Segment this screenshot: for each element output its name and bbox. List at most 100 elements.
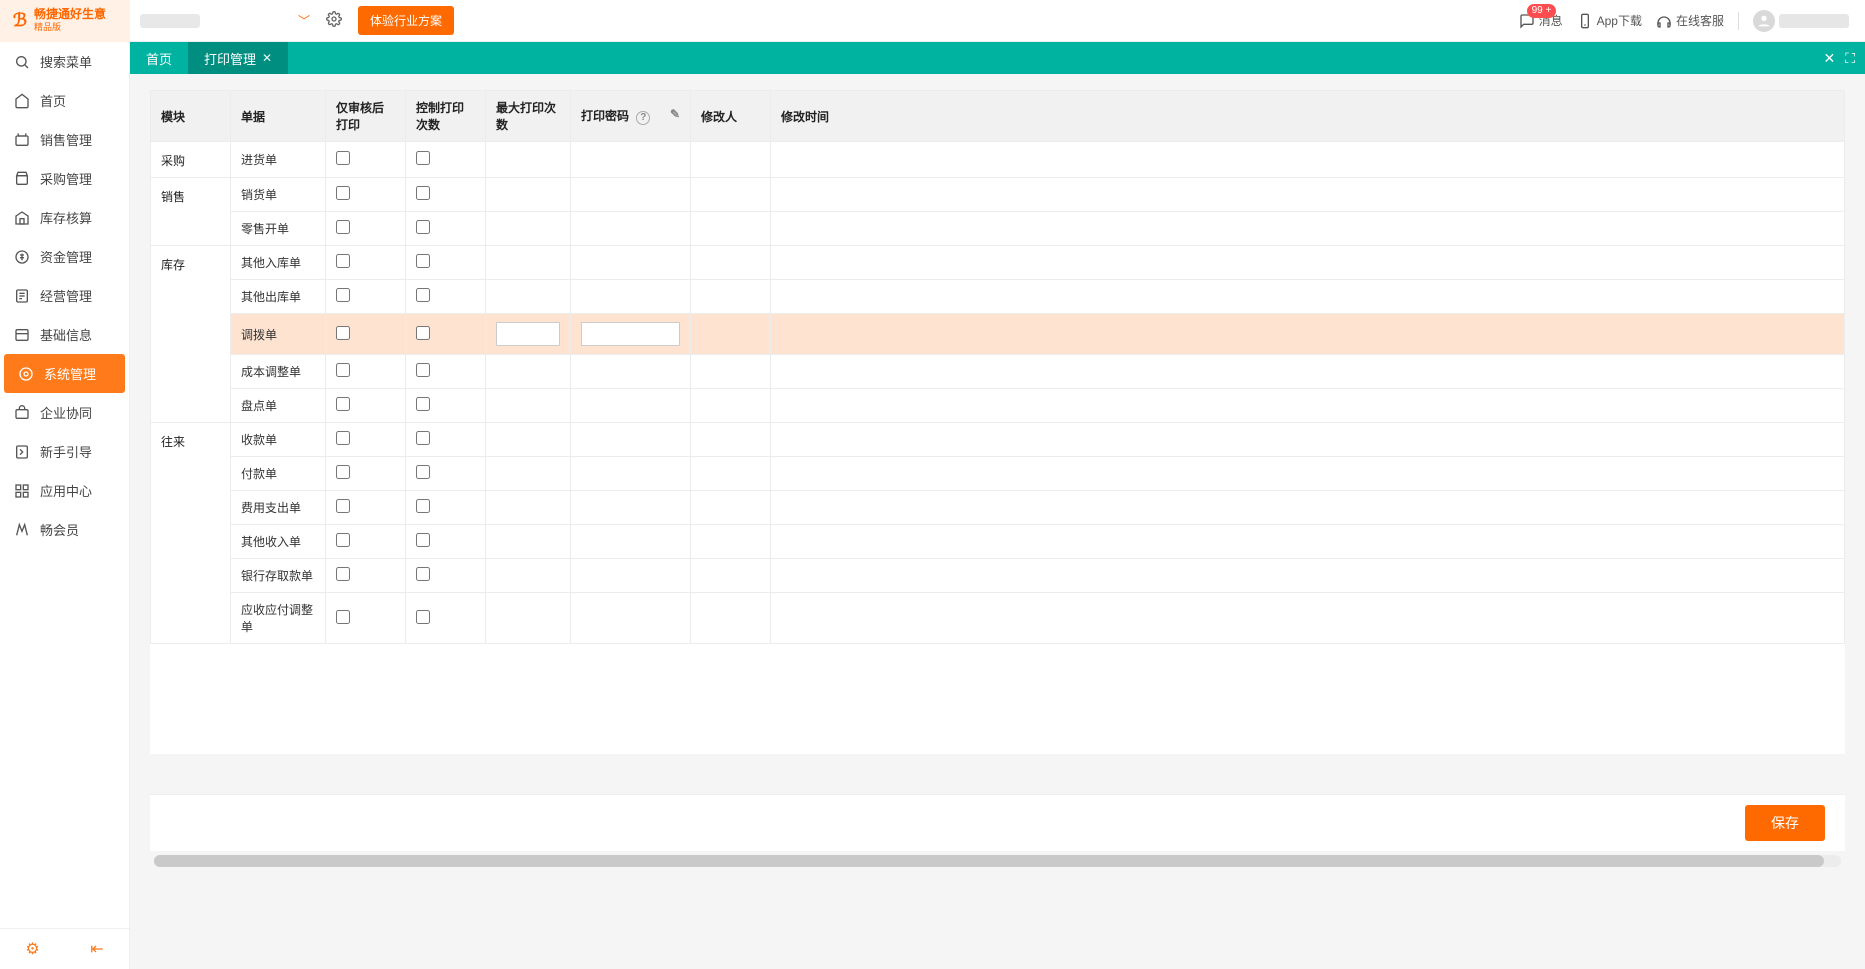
modifier-cell [691, 423, 771, 457]
sidebar-item-label: 经营管理 [40, 286, 92, 305]
sidebar-item-funds[interactable]: 资金管理 [0, 237, 129, 276]
sidebar-item-sales[interactable]: 销售管理 [0, 120, 129, 159]
audit-checkbox[interactable] [336, 220, 350, 234]
settings-icon[interactable]: ⚙ [25, 939, 39, 959]
ctrl-checkbox[interactable] [416, 363, 430, 377]
audit-checkbox[interactable] [336, 431, 350, 445]
pwd-cell [571, 457, 691, 491]
app-download-button[interactable]: App下载 [1577, 12, 1642, 29]
ctrl-checkbox[interactable] [416, 431, 430, 445]
max-cell [486, 280, 571, 314]
audit-checkbox[interactable] [336, 610, 350, 624]
org-selector[interactable]: ﹀ [130, 0, 320, 42]
audit-checkbox[interactable] [336, 465, 350, 479]
ctrl-checkbox[interactable] [416, 567, 430, 581]
scrollbar-thumb[interactable] [154, 855, 1824, 867]
main: 首页打印管理✕ ✕ ⛶ 模块 单据 [130, 42, 1865, 969]
sidebar-item-label: 库存核算 [40, 208, 92, 227]
horizontal-scrollbar[interactable] [154, 855, 1841, 867]
layout: 搜索菜单首页销售管理采购管理库存核算资金管理经营管理基础信息系统管理企业协同新手… [0, 42, 1865, 969]
tab-打印管理[interactable]: 打印管理✕ [188, 42, 288, 74]
panel-blank [150, 644, 1845, 754]
collapse-icon[interactable]: ⇤ [90, 939, 103, 959]
sidebar-item-inventory[interactable]: 库存核算 [0, 198, 129, 237]
ctrl-checkbox[interactable] [416, 186, 430, 200]
online-service-button[interactable]: 在线客服 [1656, 12, 1724, 29]
max-cell [486, 246, 571, 280]
audit-checkbox[interactable] [336, 363, 350, 377]
messages-button[interactable]: 99 + 消息 [1519, 12, 1563, 29]
brand-sub: 精品版 [34, 20, 106, 33]
modifier-cell [691, 142, 771, 178]
audit-checkbox[interactable] [336, 254, 350, 268]
pwd-cell [571, 593, 691, 644]
save-button[interactable]: 保存 [1745, 805, 1825, 841]
pwd-cell [571, 178, 691, 212]
sidebar-item-home[interactable]: 首页 [0, 81, 129, 120]
audit-checkbox[interactable] [336, 533, 350, 547]
th-modtime: 修改时间 [771, 91, 1845, 142]
audit-checkbox[interactable] [336, 567, 350, 581]
modtime-cell [771, 559, 1845, 593]
sidebar-item-corp[interactable]: 企业协同 [0, 393, 129, 432]
sidebar-item-label: 应用中心 [40, 481, 92, 500]
th-pwd: 打印密码 ? ✎ [571, 91, 691, 142]
modtime-cell [771, 246, 1845, 280]
ctrl-checkbox[interactable] [416, 151, 430, 165]
ctrl-checkbox[interactable] [416, 254, 430, 268]
th-ctrl: 控制打印次数 [406, 91, 486, 142]
pwd-cell [571, 280, 691, 314]
ctrl-checkbox[interactable] [416, 610, 430, 624]
ctrl-checkbox[interactable] [416, 499, 430, 513]
brand-glyph-icon: ℬ [10, 11, 30, 31]
ctrl-checkbox[interactable] [416, 465, 430, 479]
modifier-cell [691, 389, 771, 423]
audit-checkbox[interactable] [336, 186, 350, 200]
sidebar-item-ops[interactable]: 经营管理 [0, 276, 129, 315]
audit-checkbox[interactable] [336, 499, 350, 513]
audit-checkbox[interactable] [336, 288, 350, 302]
max-cell [486, 389, 571, 423]
tab-close-all-icon[interactable]: ✕ [1823, 50, 1835, 67]
audit-checkbox[interactable] [336, 151, 350, 165]
sidebar-item-purchase[interactable]: 采购管理 [0, 159, 129, 198]
ctrl-cell [406, 280, 486, 314]
max-input[interactable] [496, 322, 560, 346]
modtime-cell [771, 593, 1845, 644]
sidebar-item-guide[interactable]: 新手引导 [0, 432, 129, 471]
ctrl-checkbox[interactable] [416, 326, 430, 340]
table-row: 付款单 [151, 457, 1845, 491]
modtime-cell [771, 280, 1845, 314]
sidebar-item-apps[interactable]: 应用中心 [0, 471, 129, 510]
max-cell [486, 593, 571, 644]
chevron-down-icon: ﹀ [298, 12, 310, 29]
modtime-cell [771, 212, 1845, 246]
gear-icon[interactable] [320, 11, 348, 30]
audit-cell [326, 314, 406, 355]
sidebar-item-search[interactable]: 搜索菜单 [0, 42, 129, 81]
audit-checkbox[interactable] [336, 326, 350, 340]
sidebar-item-basic[interactable]: 基础信息 [0, 315, 129, 354]
edit-icon[interactable]: ✎ [670, 107, 680, 121]
sidebar-item-label: 销售管理 [40, 130, 92, 149]
ctrl-cell [406, 246, 486, 280]
tab-close-icon[interactable]: ✕ [262, 51, 272, 65]
tab-首页[interactable]: 首页 [130, 42, 188, 74]
audit-checkbox[interactable] [336, 397, 350, 411]
ctrl-checkbox[interactable] [416, 220, 430, 234]
sidebar-item-member[interactable]: 畅会员 [0, 510, 129, 549]
max-cell [486, 178, 571, 212]
pwd-input[interactable] [581, 322, 680, 346]
sidebar-item-sys[interactable]: 系统管理 [4, 354, 125, 393]
th-doc: 单据 [231, 91, 326, 142]
ctrl-checkbox[interactable] [416, 397, 430, 411]
industry-plan-button[interactable]: 体验行业方案 [358, 6, 454, 35]
top-right: 99 + 消息 App下载 在线客服 [1519, 10, 1865, 32]
modifier-cell [691, 559, 771, 593]
user-menu[interactable] [1753, 10, 1849, 32]
fullscreen-icon[interactable]: ⛶ [1845, 50, 1855, 67]
ctrl-checkbox[interactable] [416, 288, 430, 302]
ctrl-checkbox[interactable] [416, 533, 430, 547]
sidebar-item-label: 企业协同 [40, 403, 92, 422]
help-icon[interactable]: ? [636, 111, 650, 125]
